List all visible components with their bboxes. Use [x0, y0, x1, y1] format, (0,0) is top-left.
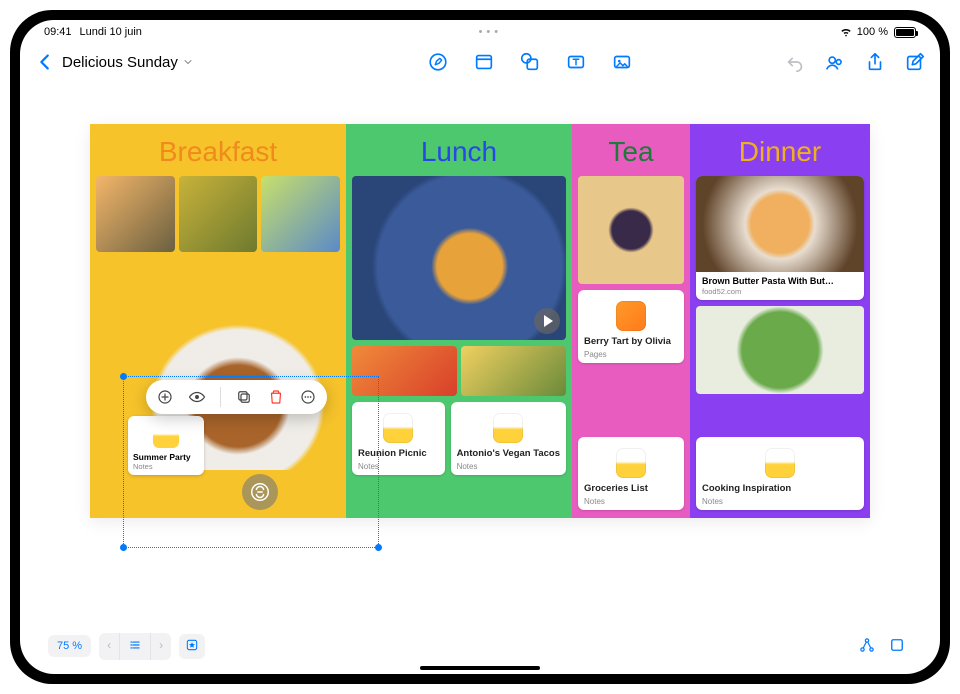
- column-title: Breakfast: [96, 130, 340, 170]
- markup-tool-button[interactable]: [427, 51, 449, 73]
- card-title: Groceries List: [584, 483, 678, 494]
- card-subtitle: Notes: [457, 462, 560, 471]
- look-button[interactable]: [188, 388, 206, 406]
- pages-app-icon: [616, 301, 646, 331]
- card-title: Reunion Picnic: [358, 448, 439, 459]
- card-subtitle: Notes: [702, 497, 858, 506]
- note-reunion-picnic[interactable]: Reunion Picnic Notes: [352, 402, 445, 475]
- card-title: Berry Tart by Olivia: [584, 336, 678, 347]
- bottom-bar: 75 % ‹ ›: [20, 628, 940, 664]
- app-toolbar: Delicious Sunday: [20, 44, 940, 80]
- insert-button[interactable]: [156, 388, 174, 406]
- shapes-tool-button[interactable]: [519, 51, 541, 73]
- back-button[interactable]: [34, 51, 56, 73]
- prev-scene-button[interactable]: ‹: [99, 633, 120, 660]
- scene-list-button[interactable]: [120, 633, 151, 660]
- battery-pct: 100 %: [857, 26, 888, 38]
- link-anchor-icon[interactable]: [242, 474, 278, 510]
- scene-nav: ‹ ›: [99, 633, 171, 660]
- card-subtitle: Notes: [133, 462, 199, 471]
- ipad-frame: 09:41 Lundi 10 juin ••• 100 % Delicious …: [10, 10, 950, 684]
- note-summer-party[interactable]: Summer Party Notes: [128, 416, 204, 475]
- link-brown-butter-pasta[interactable]: Brown Butter Pasta With But… food52.com: [696, 176, 864, 300]
- separator: [220, 387, 221, 407]
- compose-button[interactable]: [904, 51, 926, 73]
- play-icon[interactable]: [534, 308, 560, 334]
- card-subtitle: Pages: [584, 350, 678, 359]
- status-date: Lundi 10 juin: [80, 26, 142, 38]
- card-subtitle: Notes: [358, 462, 439, 471]
- pages-berry-tart[interactable]: Berry Tart by Olivia Pages: [578, 290, 684, 363]
- column-tea: Tea Berry Tart by Olivia Pages Groceries…: [572, 124, 690, 518]
- status-bar: 09:41 Lundi 10 juin ••• 100 %: [20, 20, 940, 44]
- more-button[interactable]: [299, 388, 317, 406]
- note-vegan-tacos[interactable]: Antonio's Vegan Tacos Notes: [451, 402, 566, 475]
- status-time: 09:41: [44, 26, 72, 38]
- note-groceries[interactable]: Groceries List Notes: [578, 437, 684, 510]
- duplicate-button[interactable]: [235, 388, 253, 406]
- notes-app-icon: [765, 448, 795, 478]
- image-grapes[interactable]: [261, 176, 340, 252]
- multitask-dots[interactable]: •••: [142, 26, 839, 38]
- textbox-tool-button[interactable]: [565, 51, 587, 73]
- notes-app-icon: [616, 448, 646, 478]
- card-subtitle: food52.com: [696, 287, 864, 296]
- undo-button[interactable]: [784, 51, 806, 73]
- collaborate-button[interactable]: [824, 51, 846, 73]
- image-thumb-2[interactable]: [461, 346, 566, 396]
- board-title-text: Delicious Sunday: [62, 54, 178, 71]
- image-berry-galette[interactable]: [578, 176, 684, 284]
- column-title: Dinner: [696, 130, 864, 170]
- column-dinner: Dinner Brown Butter Pasta With But… food…: [690, 124, 870, 518]
- card-title: Antonio's Vegan Tacos: [457, 448, 560, 459]
- column-title: Tea: [578, 130, 684, 170]
- zoom-level-button[interactable]: 75 %: [48, 635, 91, 657]
- image-sprouts[interactable]: [179, 176, 258, 252]
- image-melon[interactable]: [96, 176, 175, 252]
- home-indicator[interactable]: [420, 666, 540, 670]
- battery-icon: [894, 27, 916, 38]
- board-title[interactable]: Delicious Sunday: [62, 54, 194, 71]
- next-scene-button[interactable]: ›: [151, 633, 171, 660]
- notes-app-icon: [383, 413, 413, 443]
- image-thumb-1[interactable]: [352, 346, 457, 396]
- insert-image-tool-button[interactable]: [611, 51, 633, 73]
- notes-app-icon: [493, 413, 523, 443]
- meal-board: Breakfast Lunch: [90, 124, 870, 518]
- selection-floating-toolbar: [146, 380, 327, 414]
- connections-button[interactable]: [852, 630, 882, 663]
- wifi-icon: [839, 24, 853, 41]
- video-lunch-plate[interactable]: [352, 176, 566, 340]
- minimap-button[interactable]: [882, 630, 912, 663]
- screen: 09:41 Lundi 10 juin ••• 100 % Delicious …: [20, 20, 940, 674]
- column-title: Lunch: [352, 130, 566, 170]
- card-title: Brown Butter Pasta With But…: [696, 272, 864, 287]
- notes-app-icon: [153, 422, 179, 448]
- note-cooking-inspiration[interactable]: Cooking Inspiration Notes: [696, 437, 864, 510]
- link-thumbnail: [696, 176, 864, 272]
- freeform-canvas[interactable]: Breakfast Lunch: [20, 80, 940, 674]
- card-title: Summer Party: [133, 452, 199, 462]
- share-button[interactable]: [864, 51, 886, 73]
- delete-button[interactable]: [267, 388, 285, 406]
- card-title: Cooking Inspiration: [702, 483, 858, 494]
- column-lunch: Lunch Reunion Picnic Notes: [346, 124, 572, 518]
- chevron-down-icon: [182, 56, 194, 68]
- card-subtitle: Notes: [584, 497, 678, 506]
- image-salad[interactable]: [696, 306, 864, 394]
- sticky-note-tool-button[interactable]: [473, 51, 495, 73]
- favorite-scene-button[interactable]: [179, 634, 205, 659]
